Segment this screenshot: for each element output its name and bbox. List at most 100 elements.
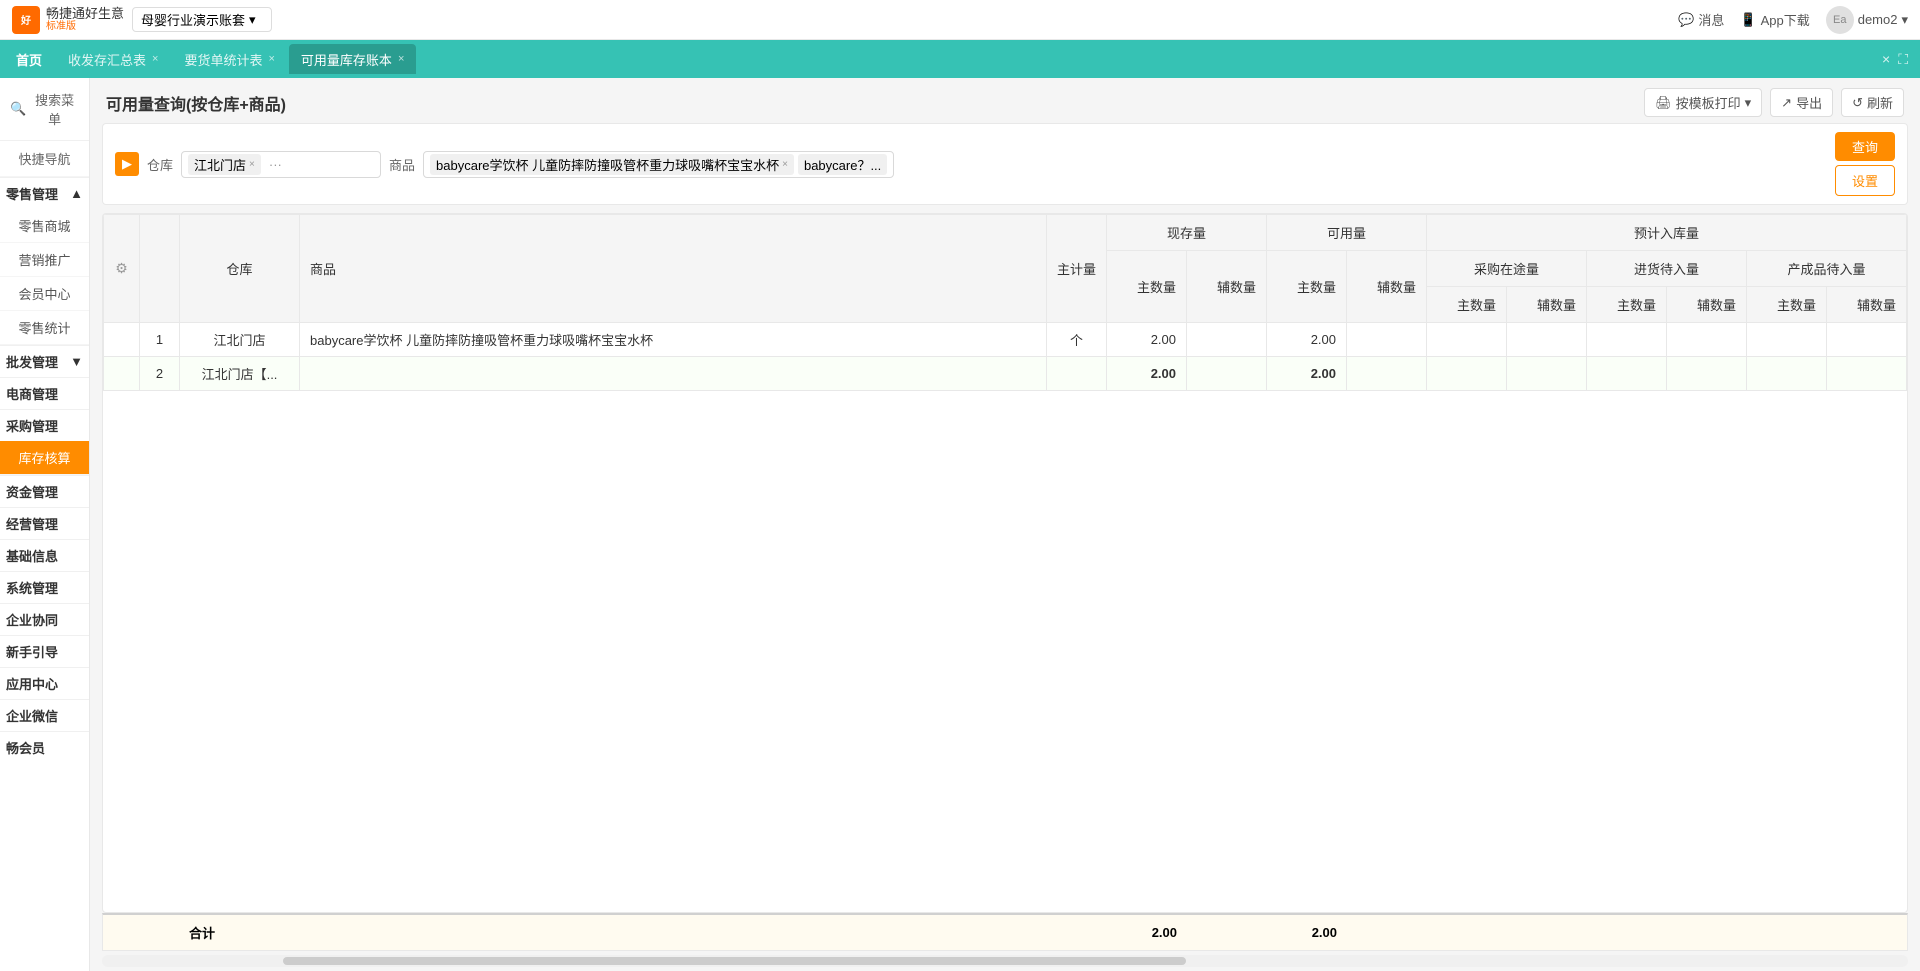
product-filter-input[interactable]: babycare学饮杯 儿童防摔防撞吸管杯重力球吸嘴杯宝宝水杯 × babyca… bbox=[423, 151, 894, 178]
refresh-button[interactable]: ↺ 刷新 bbox=[1841, 88, 1904, 117]
row2-purchase-aux bbox=[1507, 357, 1587, 391]
th-production-group: 产成品待入量 bbox=[1747, 251, 1907, 287]
sidebar-item-retail-mall[interactable]: 零售商城 bbox=[0, 209, 89, 243]
sidebar-section-vip[interactable]: 畅会员 bbox=[0, 731, 89, 763]
tab-available-stock-close[interactable]: × bbox=[398, 53, 404, 65]
tab-receivable-close[interactable]: × bbox=[152, 53, 158, 65]
search-icon: 🔍 bbox=[10, 101, 26, 117]
gear-icon[interactable]: ⚙ bbox=[115, 260, 128, 276]
sidebar-item-retail-promotion[interactable]: 营销推广 bbox=[0, 243, 89, 277]
page-title: 可用量查询(按仓库+商品) bbox=[106, 91, 286, 115]
sidebar-section-ecom[interactable]: 电商管理 bbox=[0, 377, 89, 409]
row1-production-aux bbox=[1827, 323, 1907, 357]
th-available-aux: 辅数量 bbox=[1347, 251, 1427, 323]
sidebar: 🔍 搜索菜单 快捷导航 零售管理 ▲ 零售商城 营销推广 会员中心 零售统计 批… bbox=[0, 78, 90, 971]
sidebar-section-app-center[interactable]: 应用中心 bbox=[0, 667, 89, 699]
row2-production-aux bbox=[1827, 357, 1907, 391]
th-gear: ⚙ bbox=[104, 215, 140, 323]
page-header: 可用量查询(按仓库+商品) 🖨 按模板打印 ▾ ↗ 导出 ↺ 刷新 bbox=[90, 78, 1920, 123]
sidebar-section-retail[interactable]: 零售管理 ▲ bbox=[0, 177, 89, 209]
row1-production-main bbox=[1747, 323, 1827, 357]
sidebar-section-basic[interactable]: 基础信息 bbox=[0, 539, 89, 571]
th-available-group: 可用量 bbox=[1267, 215, 1427, 251]
filter-buttons: 查询 设置 bbox=[1835, 132, 1895, 196]
th-unit: 主计量 bbox=[1046, 215, 1106, 323]
sidebar-section-purchase[interactable]: 采购管理 bbox=[0, 409, 89, 441]
row2-stock-main: 2.00 bbox=[1107, 357, 1187, 391]
nav-tabs-right: × ⛶ bbox=[1882, 51, 1916, 68]
tab-order-stat-label: 要货单统计表 bbox=[184, 50, 262, 69]
app-download-button[interactable]: 📱 App下载 bbox=[1740, 10, 1809, 29]
table-footer: 合计 2.00 2.00 bbox=[102, 913, 1908, 951]
export-button[interactable]: ↗ 导出 bbox=[1770, 88, 1833, 117]
row1-incoming-aux bbox=[1667, 323, 1747, 357]
sidebar-item-member-center[interactable]: 会员中心 bbox=[0, 277, 89, 311]
chevron-icon: ▼ bbox=[70, 354, 83, 369]
th-incoming-group: 进货待入量 bbox=[1587, 251, 1747, 287]
th-production-aux: 辅数量 bbox=[1827, 287, 1907, 323]
logo-text: 畅捷通好生意 标准版 bbox=[46, 6, 124, 34]
row2-available-aux bbox=[1347, 357, 1427, 391]
row1-warehouse: 江北门店 bbox=[180, 323, 300, 357]
sidebar-section-newbie[interactable]: 新手引导 bbox=[0, 635, 89, 667]
chevron-down-icon: ▾ bbox=[1901, 12, 1908, 28]
filter-more-indicator: ··· bbox=[265, 157, 286, 172]
product-label: 商品 bbox=[389, 155, 415, 174]
tab-home[interactable]: 首页 bbox=[4, 44, 54, 74]
sidebar-section-sys[interactable]: 系统管理 bbox=[0, 571, 89, 603]
th-stock-group: 现存量 bbox=[1107, 215, 1267, 251]
export-icon: ↗ bbox=[1781, 95, 1792, 111]
product-tag-1-close[interactable]: × bbox=[782, 159, 788, 170]
sidebar-section-corp[interactable]: 企业协同 bbox=[0, 603, 89, 635]
row2-no: 2 bbox=[140, 357, 180, 391]
filter-toggle-button[interactable]: ▶ bbox=[115, 152, 139, 176]
industry-select[interactable]: 母婴行业演示账套 ▾ bbox=[132, 7, 272, 32]
row2-unit bbox=[1046, 357, 1106, 391]
search-menu-button[interactable]: 🔍 搜索菜单 bbox=[6, 86, 83, 132]
page-actions: 🖨 按模板打印 ▾ ↗ 导出 ↺ 刷新 bbox=[1644, 88, 1904, 117]
th-warehouse: 仓库 bbox=[180, 215, 300, 323]
warehouse-filter-input[interactable]: 江北门店 × ··· bbox=[181, 151, 381, 178]
horizontal-scrollbar[interactable] bbox=[102, 955, 1908, 967]
sidebar-item-inventory[interactable]: 库存核算 bbox=[0, 441, 89, 475]
tab-available-stock[interactable]: 可用量库存账本 × bbox=[289, 44, 416, 74]
sidebar-section-wholesale[interactable]: 批发管理 ▼ bbox=[0, 345, 89, 377]
sidebar-item-quick-nav[interactable]: 快捷导航 bbox=[0, 141, 89, 177]
row1-purchase-main bbox=[1427, 323, 1507, 357]
nav-tabs: 首页 收发存汇总表 × 要货单统计表 × 可用量库存账本 × × ⛶ bbox=[0, 40, 1920, 78]
print-button[interactable]: 🖨 按模板打印 ▾ bbox=[1644, 88, 1762, 117]
row2-purchase-main bbox=[1427, 357, 1507, 391]
warehouse-tag-close[interactable]: × bbox=[249, 159, 255, 170]
sidebar-item-retail-stat[interactable]: 零售统计 bbox=[0, 311, 89, 345]
query-button[interactable]: 查询 bbox=[1835, 132, 1895, 161]
th-stock-aux: 辅数量 bbox=[1187, 251, 1267, 323]
row2-gear bbox=[104, 357, 140, 391]
chevron-icon: ▲ bbox=[70, 186, 83, 201]
sidebar-section-corp-wechat[interactable]: 企业微信 bbox=[0, 699, 89, 731]
nav-close-button[interactable]: × bbox=[1882, 51, 1890, 67]
row2-warehouse: 江北门店【... bbox=[180, 357, 300, 391]
logo-area: 好 畅捷通好生意 标准版 bbox=[12, 6, 124, 34]
user-menu[interactable]: Ea demo2 ▾ bbox=[1826, 6, 1908, 34]
logo-icon: 好 bbox=[12, 6, 40, 34]
row1-stock-main: 2.00 bbox=[1107, 323, 1187, 357]
tab-receivable[interactable]: 收发存汇总表 × bbox=[56, 44, 170, 74]
refresh-icon: ↺ bbox=[1852, 95, 1863, 111]
table-row: 1 江北门店 babycare学饮杯 儿童防摔防撞吸管杯重力球吸嘴杯宝宝水杯 个… bbox=[104, 323, 1907, 357]
product-tag-2: babycare？... bbox=[798, 154, 887, 175]
row1-unit: 个 bbox=[1046, 323, 1106, 357]
download-icon: 📱 bbox=[1740, 12, 1756, 28]
nav-expand-button[interactable]: ⛶ bbox=[1898, 51, 1908, 68]
main-layout: 🔍 搜索菜单 快捷导航 零售管理 ▲ 零售商城 营销推广 会员中心 零售统计 批… bbox=[0, 78, 1920, 971]
message-button[interactable]: 💬 消息 bbox=[1678, 10, 1724, 29]
settings-button[interactable]: 设置 bbox=[1835, 165, 1895, 196]
sidebar-section-finance[interactable]: 资金管理 bbox=[0, 475, 89, 507]
tab-order-stat[interactable]: 要货单统计表 × bbox=[172, 44, 286, 74]
row2-stock-aux bbox=[1187, 357, 1267, 391]
scroll-thumb[interactable] bbox=[283, 957, 1186, 965]
sidebar-section-ops[interactable]: 经营管理 bbox=[0, 507, 89, 539]
th-production-main: 主数量 bbox=[1747, 287, 1827, 323]
row1-no: 1 bbox=[140, 323, 180, 357]
tab-order-stat-close[interactable]: × bbox=[268, 53, 274, 65]
tab-available-stock-label: 可用量库存账本 bbox=[301, 50, 392, 69]
